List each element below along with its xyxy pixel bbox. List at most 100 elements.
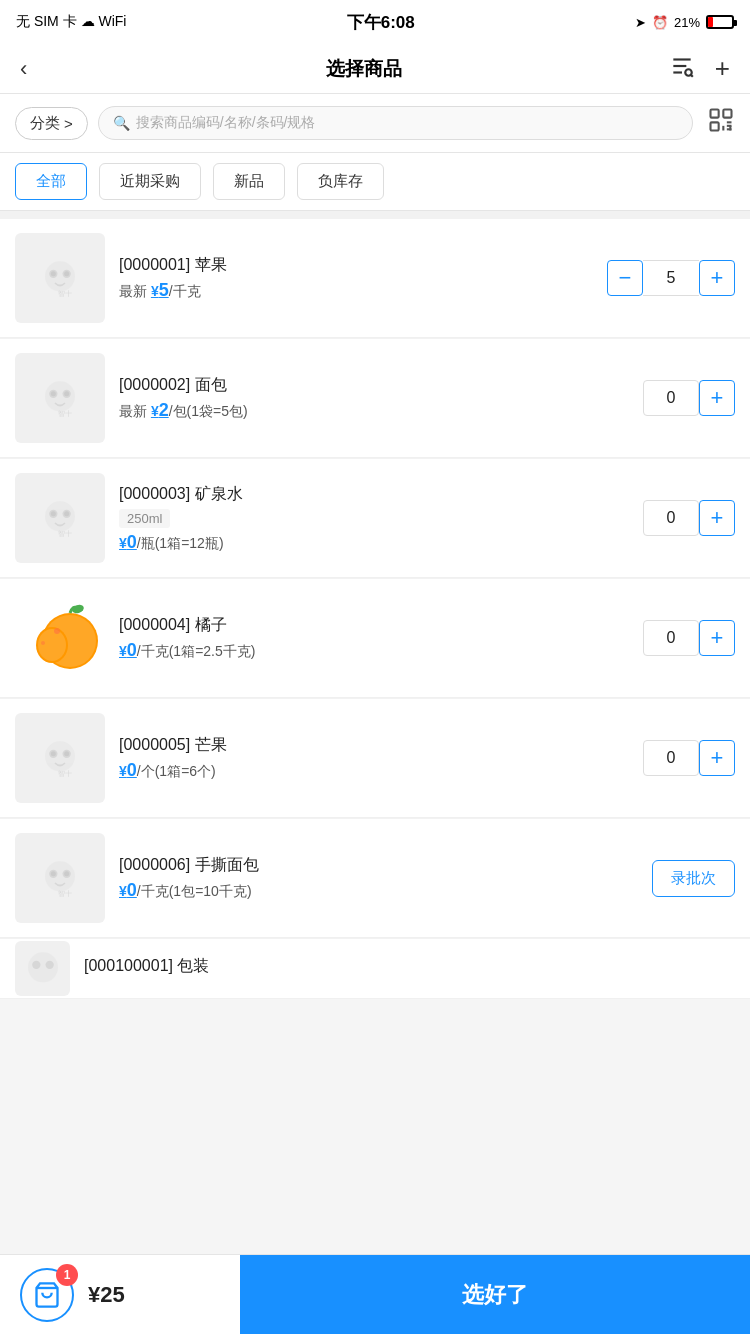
product-info-0000003: [0000003] 矿泉水 250ml ¥0/瓶(1箱=12瓶): [119, 484, 643, 553]
page-title: 选择商品: [326, 56, 402, 82]
product-price-0000001: 最新 ¥5/千克: [119, 280, 607, 301]
product-image-0000005: 智十: [15, 713, 105, 803]
tab-recent[interactable]: 近期采购: [99, 163, 201, 200]
svg-point-51: [28, 952, 58, 982]
product-name-000100001: [000100001] 包装: [84, 956, 735, 977]
product-name-0000002: [0000002] 面包: [119, 375, 643, 396]
product-info-0000001: [0000001] 苹果 最新 ¥5/千克: [119, 255, 607, 301]
qty-plus-0000005[interactable]: +: [699, 740, 735, 776]
back-button[interactable]: ‹: [20, 56, 60, 82]
svg-point-26: [45, 501, 75, 531]
qty-input-0000002[interactable]: [643, 380, 699, 416]
location-icon: ➤: [635, 15, 646, 30]
qty-plus-0000003[interactable]: +: [699, 500, 735, 536]
status-time: 下午6:08: [347, 11, 415, 34]
status-left: 无 SIM 卡 ☁ WiFi: [16, 13, 126, 31]
qty-input-0000003[interactable]: [643, 500, 699, 536]
product-item-0000005: 智十 [0000005] 芒果 ¥0/个(1箱=6个) +: [0, 699, 750, 818]
search-box[interactable]: 🔍 搜索商品编码/名称/条码/规格: [98, 106, 693, 140]
sim-label: 无 SIM 卡 ☁ WiFi: [16, 13, 126, 31]
product-price-0000005: ¥0/个(1箱=6个): [119, 760, 643, 781]
product-name-0000003: [0000003] 矿泉水: [119, 484, 643, 505]
product-item-0000006: 智十 [0000006] 手撕面包 ¥0/千克(1包=10千克) 录批次: [0, 819, 750, 938]
svg-point-18: [64, 271, 69, 276]
svg-point-52: [32, 960, 40, 968]
product-image-0000003: 智十: [15, 473, 105, 563]
tab-negative[interactable]: 负库存: [297, 163, 384, 200]
confirm-button[interactable]: 选好了: [240, 1255, 750, 1335]
tab-new[interactable]: 新品: [213, 163, 285, 200]
product-item-0000003: 智十 [0000003] 矿泉水 250ml ¥0/瓶(1箱=12瓶) +: [0, 459, 750, 578]
cart-badge: 1: [56, 1264, 78, 1286]
product-name-0000006: [0000006] 手撕面包: [119, 855, 652, 876]
battery-percent: 21%: [674, 15, 700, 30]
product-spec-0000003: 250ml: [119, 509, 170, 528]
svg-point-43: [64, 751, 69, 756]
cart-section: 1 ¥25: [0, 1268, 240, 1322]
product-price-0000002: 最新 ¥2/包(1袋=5包): [119, 400, 643, 421]
svg-text:智十: 智十: [58, 410, 72, 417]
section-divider: [0, 211, 750, 219]
svg-point-29: [51, 511, 56, 516]
svg-text:智十: 智十: [58, 770, 72, 777]
svg-point-39: [45, 741, 75, 771]
tab-all[interactable]: 全部: [15, 163, 87, 200]
svg-point-48: [51, 871, 56, 876]
tab-bar: 全部 近期采购 新品 负库存: [0, 153, 750, 211]
category-button[interactable]: 分类 >: [15, 107, 88, 140]
filter-button[interactable]: [669, 53, 695, 85]
svg-point-14: [45, 261, 75, 291]
svg-rect-5: [711, 110, 719, 118]
battery-icon: [706, 15, 734, 29]
qty-input-0000005[interactable]: [643, 740, 699, 776]
qty-plus-0000002[interactable]: +: [699, 380, 735, 416]
alarm-icon: ⏰: [652, 15, 668, 30]
product-item-0000002: 智十 [0000002] 面包 最新 ¥2/包(1袋=5包) +: [0, 339, 750, 458]
batch-button-0000006[interactable]: 录批次: [652, 860, 735, 897]
product-price-0000006: ¥0/千克(1包=10千克): [119, 880, 652, 901]
chevron-right-icon: >: [64, 115, 73, 132]
product-price-0000004: ¥0/千克(1箱=2.5千克): [119, 640, 643, 661]
qty-minus-0000001[interactable]: −: [607, 260, 643, 296]
svg-text:智十: 智十: [58, 290, 72, 297]
nav-bar: ‹ 选择商品 +: [0, 44, 750, 94]
status-bar: 无 SIM 卡 ☁ WiFi 下午6:08 ➤ ⏰ 21%: [0, 0, 750, 44]
add-button[interactable]: +: [715, 53, 730, 84]
product-image-0000001: 智十: [15, 233, 105, 323]
cart-button[interactable]: 1: [20, 1268, 74, 1322]
search-icon: 🔍: [113, 115, 130, 131]
svg-point-38: [41, 641, 45, 645]
filter-bar: 分类 > 🔍 搜索商品编码/名称/条码/规格: [0, 94, 750, 153]
product-image-000100001: [15, 941, 70, 996]
nav-actions: +: [669, 53, 730, 85]
qty-plus-0000004[interactable]: +: [699, 620, 735, 656]
product-info-0000002: [0000002] 面包 最新 ¥2/包(1袋=5包): [119, 375, 643, 421]
qty-control-0000002: +: [643, 380, 735, 416]
product-info-0000006: [0000006] 手撕面包 ¥0/千克(1包=10千克): [119, 855, 652, 901]
svg-point-17: [51, 271, 56, 276]
svg-point-24: [64, 391, 69, 396]
bottom-bar: 1 ¥25 选好了: [0, 1254, 750, 1334]
svg-text:智十: 智十: [58, 890, 72, 897]
qty-control-0000001: − +: [607, 260, 735, 296]
product-list: 智十 [0000001] 苹果 最新 ¥5/千克 − +: [0, 219, 750, 999]
product-image-0000004: [15, 593, 105, 683]
product-name-0000005: [0000005] 芒果: [119, 735, 643, 756]
svg-point-42: [51, 751, 56, 756]
search-placeholder: 搜索商品编码/名称/条码/规格: [136, 114, 316, 132]
svg-point-36: [71, 603, 85, 615]
svg-point-23: [51, 391, 56, 396]
svg-rect-6: [723, 110, 731, 118]
svg-point-53: [45, 960, 53, 968]
qty-input-0000001[interactable]: [643, 260, 699, 296]
qty-input-0000004[interactable]: [643, 620, 699, 656]
svg-point-45: [45, 861, 75, 891]
svg-rect-7: [711, 122, 719, 130]
scan-button[interactable]: [707, 106, 735, 140]
product-item-000100001: [000100001] 包装: [0, 939, 750, 999]
cart-total: ¥25: [88, 1282, 125, 1308]
qty-plus-0000001[interactable]: +: [699, 260, 735, 296]
svg-line-4: [690, 74, 692, 76]
product-name-0000001: [0000001] 苹果: [119, 255, 607, 276]
product-image-0000006: 智十: [15, 833, 105, 923]
